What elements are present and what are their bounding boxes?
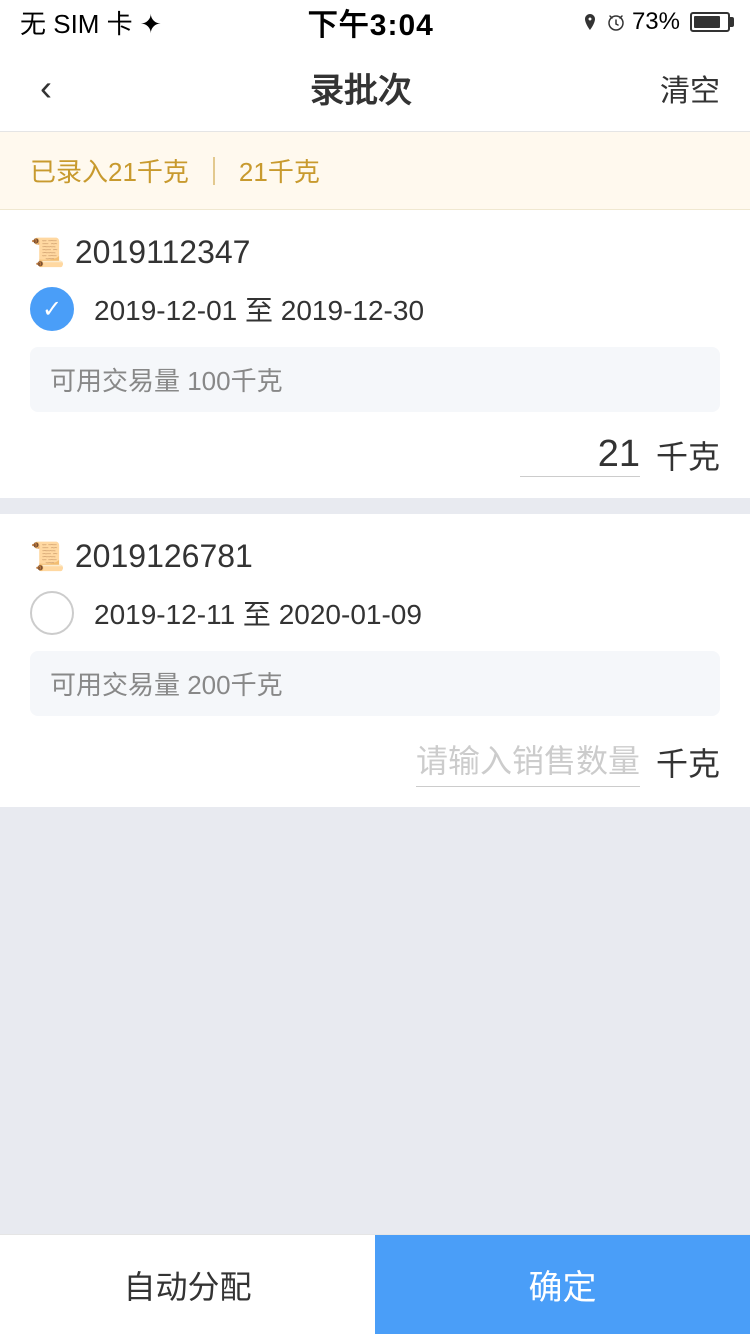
- batch-1-radio[interactable]: ✓: [30, 287, 74, 331]
- batch-card-2: 📜 2019126781 2019-12-11 至 2020-01-09 可用交…: [0, 514, 750, 807]
- summary-recorded: 已录入21千克: [30, 152, 189, 189]
- batch-1-unit: 千克: [656, 432, 720, 478]
- sim-label: 无 SIM 卡 ✦: [20, 4, 162, 41]
- batch-2-id: 2019126781: [75, 538, 253, 575]
- clear-button[interactable]: 清空: [660, 66, 720, 110]
- batch-2-date-row[interactable]: 2019-12-11 至 2020-01-09: [0, 583, 750, 643]
- summary-banner: 已录入21千克 21千克: [0, 132, 750, 210]
- battery-percent: 73%: [632, 8, 680, 36]
- location-icon: [580, 12, 600, 32]
- batch-2-date: 2019-12-11 至 2020-01-09: [94, 593, 422, 633]
- batch-1-date: 2019-12-01 至 2019-12-30: [94, 289, 424, 329]
- batch-2-header: 📜 2019126781: [0, 514, 750, 583]
- check-icon: ✓: [42, 295, 62, 324]
- page-title: 录批次: [310, 63, 412, 112]
- battery-icon: [690, 12, 730, 32]
- auto-distribute-button[interactable]: 自动分配: [0, 1235, 375, 1334]
- batch-2-qty-input-wrapper[interactable]: 请输入销售数量: [416, 736, 640, 787]
- batch-1-header: 📜 2019112347: [0, 210, 750, 279]
- batch-2-unit: 千克: [656, 739, 720, 785]
- batch-1-qty-value: 21: [598, 433, 640, 475]
- batch-2-icon: 📜: [30, 540, 65, 573]
- batch-card-1: 📜 2019112347 ✓ 2019-12-01 至 2019-12-30 可…: [0, 210, 750, 498]
- gray-area: [0, 807, 750, 1267]
- batch-1-qty-display: 21: [520, 433, 640, 477]
- status-right: 73%: [580, 8, 730, 36]
- nav-bar: ‹ 录批次 清空: [0, 44, 750, 132]
- batch-1-qty-row: 21 千克: [0, 412, 750, 498]
- status-time: 下午3:04: [308, 0, 434, 44]
- batch-2-qty-placeholder[interactable]: 请输入销售数量: [416, 743, 640, 779]
- status-left: 无 SIM 卡 ✦: [20, 4, 162, 41]
- status-bar: 无 SIM 卡 ✦ 下午3:04 73%: [0, 0, 750, 44]
- batch-2-qty-row: 请输入销售数量 千克: [0, 716, 750, 807]
- batch-1-date-row[interactable]: ✓ 2019-12-01 至 2019-12-30: [0, 279, 750, 339]
- summary-total: 21千克: [239, 152, 320, 189]
- batch-2-radio[interactable]: [30, 591, 74, 635]
- bottom-bar: 自动分配 确定: [0, 1234, 750, 1334]
- alarm-icon: [606, 12, 626, 32]
- back-button[interactable]: ‹: [30, 57, 62, 119]
- confirm-button[interactable]: 确定: [375, 1235, 750, 1334]
- summary-divider: [213, 157, 215, 185]
- card-separator: [0, 498, 750, 514]
- batch-1-id: 2019112347: [75, 234, 251, 271]
- batch-2-available: 可用交易量 200千克: [30, 651, 720, 716]
- batch-1-icon: 📜: [30, 236, 65, 269]
- batch-1-available: 可用交易量 100千克: [30, 347, 720, 412]
